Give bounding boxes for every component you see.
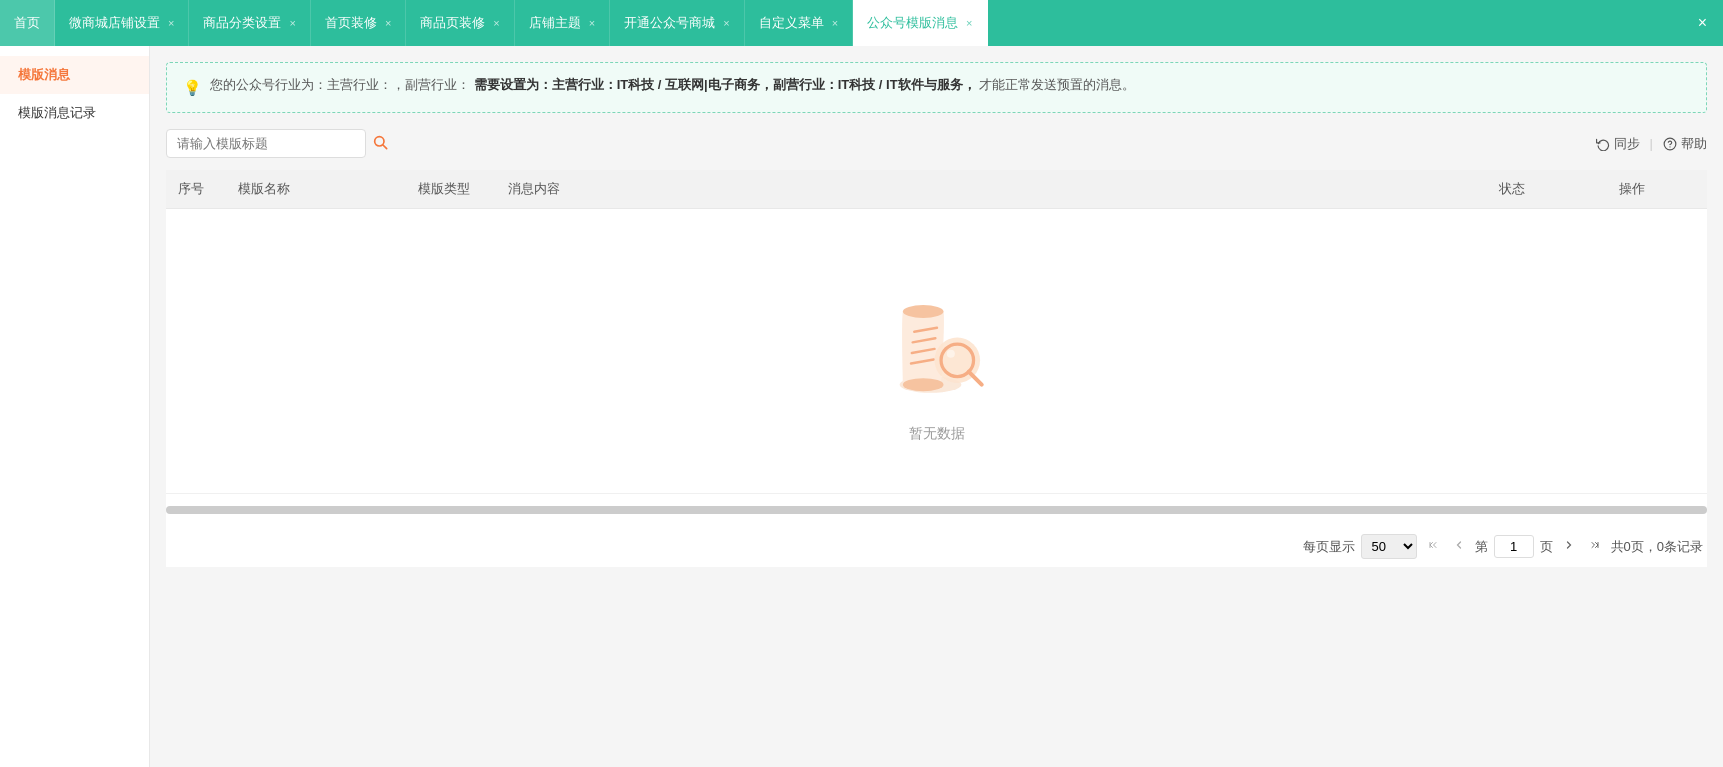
col-header-name: 模版名称 (226, 170, 406, 209)
next-page-icon (1563, 539, 1575, 551)
tab-open-mall[interactable]: 开通公众号商城 × (610, 0, 744, 46)
search-icon (372, 134, 388, 150)
tab-category-settings[interactable]: 商品分类设置 × (189, 0, 310, 46)
first-page-icon (1427, 539, 1439, 551)
tab-template-msg-label: 公众号模版消息 (867, 14, 958, 32)
global-close-button[interactable]: × (1682, 14, 1723, 32)
svg-point-5 (902, 305, 943, 318)
sync-icon (1596, 137, 1610, 151)
close-icon[interactable]: × (589, 17, 595, 29)
empty-state: 暂无数据 (178, 219, 1695, 483)
page-size-label: 每页显示 (1303, 538, 1355, 556)
help-button[interactable]: 帮助 (1663, 135, 1707, 153)
search-button[interactable] (372, 134, 388, 153)
pagination-bar: 每页显示 50 20 100 第 页 (166, 526, 1707, 567)
search-left (166, 129, 388, 158)
prev-page-button[interactable] (1449, 537, 1469, 556)
tab-weshop-settings[interactable]: 微商城店铺设置 × (55, 0, 189, 46)
help-label: 帮助 (1681, 135, 1707, 153)
help-icon (1663, 137, 1677, 151)
col-header-type: 模版类型 (406, 170, 496, 209)
close-icon[interactable]: × (723, 17, 729, 29)
close-icon[interactable]: × (168, 17, 174, 29)
notice-box: 💡 您的公众号行业为：主营行业：，副营行业： 需要设置为：主营行业：IT科技 /… (166, 62, 1707, 113)
tab-home-label: 首页 (14, 14, 40, 32)
col-header-status: 状态 (1487, 170, 1607, 209)
tab-custom-menu[interactable]: 自定义菜单 × (745, 0, 853, 46)
page-size-select[interactable]: 50 20 100 (1361, 534, 1417, 559)
svg-point-6 (902, 378, 943, 391)
sidebar-item-template-msg-log[interactable]: 模版消息记录 (0, 94, 149, 132)
sync-button[interactable]: 同步 (1596, 135, 1640, 153)
last-page-icon (1589, 539, 1601, 551)
sidebar-item-template-msg[interactable]: 模版消息 (0, 56, 149, 94)
tab-homepage-label: 首页装修 (325, 14, 377, 32)
total-info: 共0页，0条记录 (1611, 538, 1703, 556)
table-header: 序号 模版名称 模版类型 消息内容 状态 操作 (166, 170, 1707, 209)
search-bar: 同步 | 帮助 (166, 129, 1707, 158)
sync-label: 同步 (1614, 135, 1640, 153)
search-right: 同步 | 帮助 (1596, 135, 1707, 153)
last-page-button[interactable] (1585, 537, 1605, 556)
tab-custom-menu-label: 自定义菜单 (759, 14, 824, 32)
data-table: 序号 模版名称 模版类型 消息内容 状态 操作 (166, 170, 1707, 494)
close-icon[interactable]: × (289, 17, 295, 29)
content-area: 💡 您的公众号行业为：主营行业：，副营行业： 需要设置为：主营行业：IT科技 /… (150, 46, 1723, 767)
main-layout: 模版消息 模版消息记录 💡 您的公众号行业为：主营行业：，副营行业： 需要设置为… (0, 46, 1723, 767)
prev-page-icon (1453, 539, 1465, 551)
col-header-seq: 序号 (166, 170, 226, 209)
close-icon[interactable]: × (493, 17, 499, 29)
tab-shop-theme[interactable]: 店铺主题 × (515, 0, 610, 46)
lightbulb-icon: 💡 (183, 76, 202, 100)
tab-category-label: 商品分类设置 (203, 14, 281, 32)
col-header-action: 操作 (1607, 170, 1707, 209)
col-header-content: 消息内容 (496, 170, 1487, 209)
sidebar: 模版消息 模版消息记录 (0, 46, 150, 767)
tab-product-label: 商品页装修 (420, 14, 485, 32)
tab-home[interactable]: 首页 (0, 0, 55, 46)
close-icon[interactable]: × (385, 17, 391, 29)
page-number-input[interactable] (1494, 535, 1534, 558)
empty-state-cell: 暂无数据 (166, 209, 1707, 494)
empty-illustration (872, 279, 1002, 409)
svg-point-14 (946, 350, 954, 358)
horizontal-scrollbar[interactable] (166, 506, 1707, 514)
first-page-button[interactable] (1423, 537, 1443, 556)
tab-product-deco[interactable]: 商品页装修 × (406, 0, 514, 46)
close-icon[interactable]: × (966, 17, 972, 29)
table-body: 暂无数据 (166, 209, 1707, 494)
close-icon[interactable]: × (832, 17, 838, 29)
tab-shop-theme-label: 店铺主题 (529, 14, 581, 32)
notice-text-after: 才能正常发送预置的消息。 (979, 77, 1135, 92)
tab-template-msg[interactable]: 公众号模版消息 × (853, 0, 987, 46)
notice-text-before: 您的公众号行业为：主营行业：，副营行业： (210, 77, 470, 92)
divider: | (1650, 136, 1653, 151)
top-nav: 首页 微商城店铺设置 × 商品分类设置 × 首页装修 × 商品页装修 × 店铺主… (0, 0, 1723, 46)
empty-text: 暂无数据 (909, 425, 965, 443)
svg-line-1 (383, 145, 387, 149)
tab-weshop-label: 微商城店铺设置 (69, 14, 160, 32)
page-unit: 页 (1540, 538, 1553, 556)
tab-open-mall-label: 开通公众号商城 (624, 14, 715, 32)
page-word: 第 (1475, 538, 1488, 556)
notice-text: 您的公众号行业为：主营行业：，副营行业： 需要设置为：主营行业：IT科技 / 互… (210, 75, 1135, 96)
next-page-button[interactable] (1559, 537, 1579, 556)
search-input[interactable] (166, 129, 366, 158)
tab-homepage-deco[interactable]: 首页装修 × (311, 0, 406, 46)
notice-text-highlight: 需要设置为：主营行业：IT科技 / 互联网|电子商务，副营行业：IT科技 / I… (474, 77, 976, 92)
